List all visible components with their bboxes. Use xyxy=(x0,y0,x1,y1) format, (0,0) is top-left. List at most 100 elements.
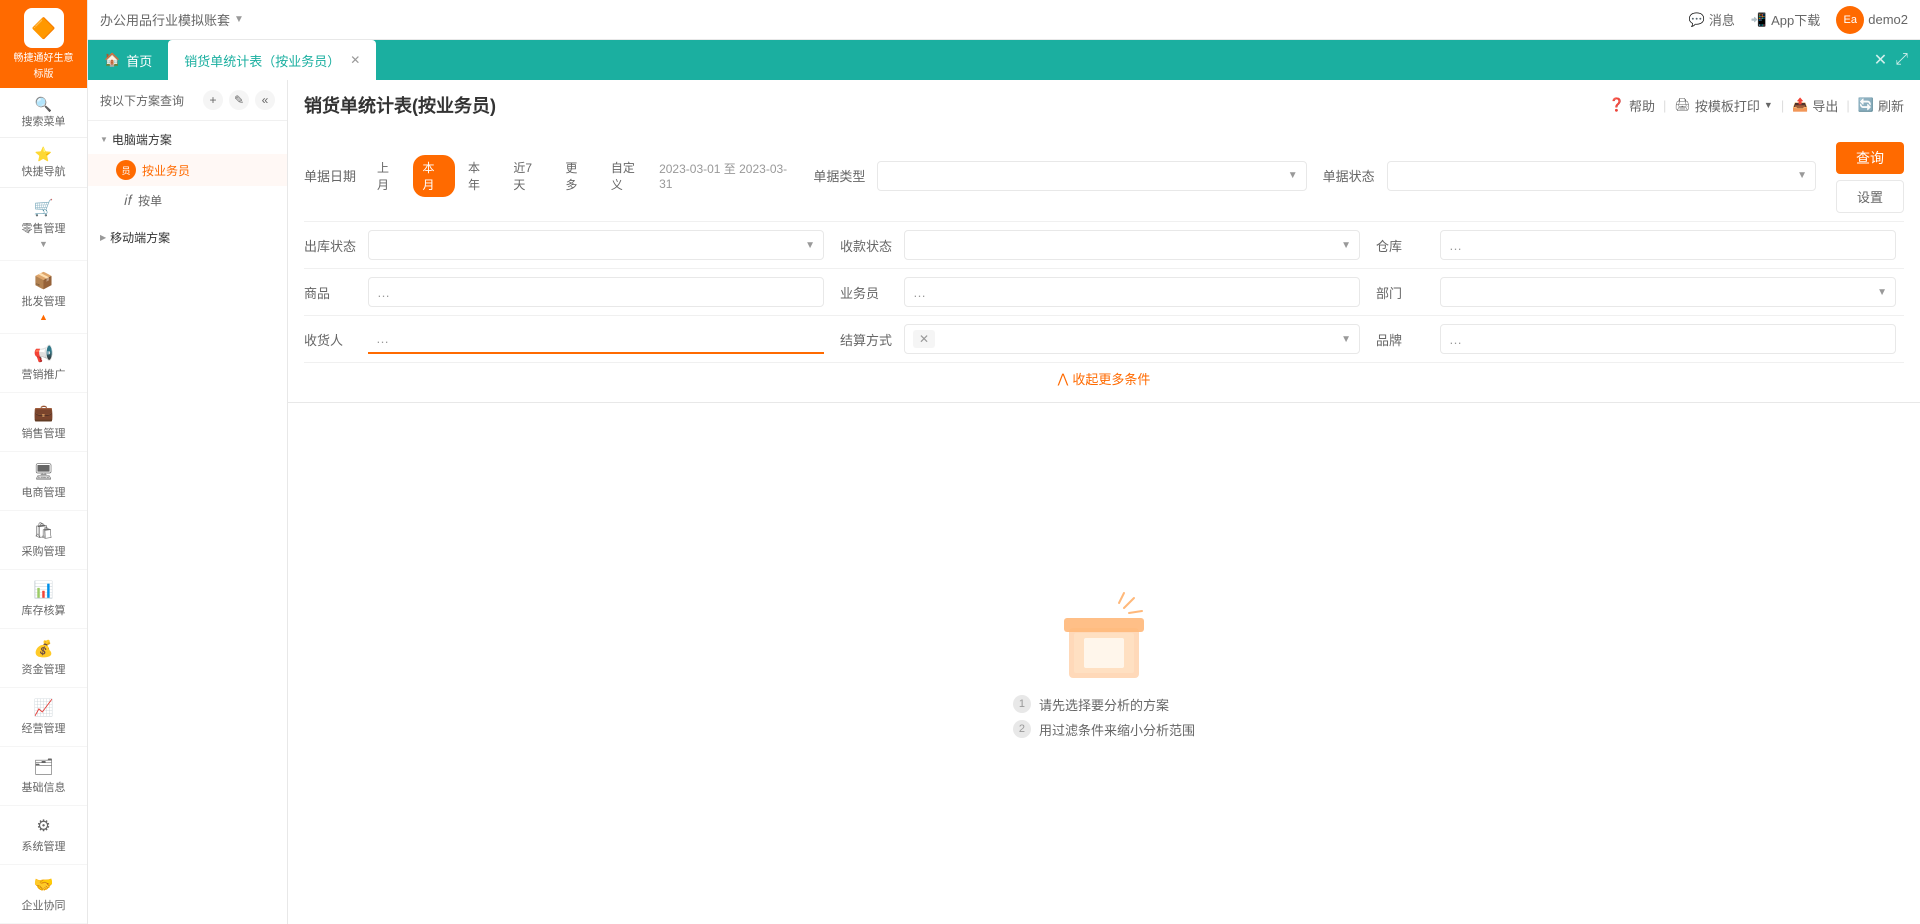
date-btn-last-month[interactable]: 上月 xyxy=(368,155,409,197)
refresh-btn[interactable]: 🔄 刷新 xyxy=(1858,96,1904,115)
filter-date-col: 单据日期 上月 本月 本年 近7天 更多 自定义 2023-03-01 至 20… xyxy=(304,155,805,197)
department-caret: ▼ xyxy=(1877,287,1887,298)
operations-icon: 📈 xyxy=(4,698,83,718)
topbar: 办公用品行业模拟账套 ▼ 💬 消息 📲 App下载 Ea demo2 xyxy=(88,0,1920,40)
filter-department-col: 部门 ▼ xyxy=(1368,277,1904,307)
docstatus-label: 单据状态 xyxy=(1323,166,1379,185)
payment-caret: ▼ xyxy=(1341,334,1351,345)
salesperson-control[interactable]: … xyxy=(904,277,1360,307)
date-btn-custom[interactable]: 自定义 xyxy=(602,155,655,197)
scheme-sub-item-order[interactable]: 𝑖𝑓 按单 xyxy=(88,186,287,215)
print-chevron: ▼ xyxy=(1764,100,1773,110)
ecommerce-icon: 🖥 xyxy=(4,462,83,482)
sidebar-item-system[interactable]: ⚙ 系统管理 xyxy=(0,806,87,865)
scheme-item-salesperson[interactable]: 员 按业务员 xyxy=(88,154,287,186)
app-download-btn[interactable]: 📲 App下载 xyxy=(1751,10,1820,29)
quick-nav-label: 快捷导航 xyxy=(6,163,81,179)
sidebar-item-inventory[interactable]: 📊 库存核算 xyxy=(0,570,87,629)
help-btn[interactable]: ❓ 帮助 xyxy=(1609,96,1655,115)
empty-step-1-label: 请先选择要分析的方案 xyxy=(1039,695,1169,714)
brand-control[interactable]: … xyxy=(1440,324,1896,354)
left-panel-title: 按以下方案查询 xyxy=(100,92,184,109)
right-panel: 销货单统计表(按业务员) ❓ 帮助 | 🖨 按模板打印 ▼ | xyxy=(288,80,1920,924)
scheme-sub-item-order-label: 按单 xyxy=(138,192,162,209)
add-scheme-btn[interactable]: + xyxy=(203,90,223,110)
sidebar: 🔶 畅捷通好生意 标版 🔍 搜索菜单 ⭐ 快捷导航 🛒 零售管理 ▼ 📦 批发管… xyxy=(0,0,88,924)
edit-icon: ✎ xyxy=(234,93,244,107)
sidebar-logo[interactable]: 🔶 畅捷通好生意 标版 xyxy=(0,0,87,88)
sidebar-item-wholesale[interactable]: 📦 批发管理 ▲ xyxy=(0,261,87,334)
sidebar-item-purchase[interactable]: 🛍 采购管理 xyxy=(0,511,87,570)
help-label: 帮助 xyxy=(1629,96,1655,115)
collapse-more-btn[interactable]: ⋀ 收起更多条件 xyxy=(304,362,1904,394)
print-btn[interactable]: 🖨 按模板打印 ▼ xyxy=(1674,96,1772,115)
export-icon: 📤 xyxy=(1792,97,1808,113)
receiptstatus-control[interactable]: ▼ xyxy=(904,230,1360,260)
topbar-right: 💬 消息 📲 App下载 Ea demo2 xyxy=(1689,6,1908,34)
payment-control[interactable]: ✕ ▼ xyxy=(904,324,1360,354)
filter-row-4: 收货人 … 结算方式 ✕ ▼ xyxy=(304,316,1904,362)
edit-scheme-btn[interactable]: ✎ xyxy=(229,90,249,110)
collapse-more-label: 收起更多条件 xyxy=(1072,369,1150,388)
breadcrumb-chevron: ▼ xyxy=(234,14,244,25)
filter-docstatus-col: 单据状态 ▼ xyxy=(1315,161,1824,191)
message-btn[interactable]: 💬 消息 xyxy=(1689,10,1735,29)
tab-sales-report[interactable]: 销货单统计表（按业务员） ✕ xyxy=(168,40,376,80)
payment-tag: ✕ xyxy=(913,330,935,348)
desktop-scheme-group: ▼ 电脑端方案 员 按业务员 𝑖𝑓 按单 xyxy=(88,121,287,219)
sidebar-item-marketing[interactable]: 📢 营销推广 xyxy=(0,334,87,393)
breadcrumb-dropdown[interactable]: 办公用品行业模拟账套 ▼ xyxy=(100,10,244,29)
empty-steps: 1 请先选择要分析的方案 2 用过滤条件来缩小分析范围 xyxy=(1013,695,1195,745)
goods-label: 商品 xyxy=(304,283,360,302)
sales-icon: 💼 xyxy=(4,403,83,423)
outstatus-control[interactable]: ▼ xyxy=(368,230,824,260)
sidebar-item-finance[interactable]: 💰 资金管理 xyxy=(0,629,87,688)
payment-tag-close[interactable]: ✕ xyxy=(919,332,929,346)
tab-home[interactable]: 🏠 首页 xyxy=(88,40,168,80)
mobile-group-header[interactable]: ▶ 移动端方案 xyxy=(88,223,287,252)
sidebar-item-enterprise[interactable]: 🤝 企业协同 xyxy=(0,865,87,924)
order-scheme-icon: 𝑖𝑓 xyxy=(124,192,132,209)
user-profile[interactable]: Ea demo2 xyxy=(1836,6,1908,34)
date-btn-more[interactable]: 更多 xyxy=(556,155,597,197)
docstatus-control[interactable]: ▼ xyxy=(1387,161,1816,191)
tab-expand-btn[interactable]: ⤢ xyxy=(1895,51,1908,69)
goods-control[interactable]: … xyxy=(368,277,824,307)
settings-btn[interactable]: 设置 xyxy=(1836,180,1904,213)
recipient-control[interactable]: … xyxy=(368,324,824,354)
date-btn-current-month[interactable]: 本月 xyxy=(413,155,454,197)
left-panel-actions: + ✎ « xyxy=(203,90,275,110)
export-btn[interactable]: 📤 导出 xyxy=(1792,96,1838,115)
chevron-down-icon: ▼ xyxy=(100,135,108,144)
date-btn-current-year[interactable]: 本年 xyxy=(459,155,500,197)
receiptstatus-label: 收款状态 xyxy=(840,236,896,255)
sidebar-search[interactable]: 🔍 搜索菜单 xyxy=(0,88,87,138)
sidebar-item-operations[interactable]: 📈 经营管理 xyxy=(0,688,87,747)
filter-outstatus-col: 出库状态 ▼ xyxy=(304,230,832,260)
purchase-icon: 🛍 xyxy=(4,521,83,541)
warehouse-control[interactable]: … xyxy=(1440,230,1896,260)
sidebar-item-basics[interactable]: 🗂 基础信息 xyxy=(0,747,87,806)
receiptstatus-caret: ▼ xyxy=(1341,240,1351,251)
app-name: 畅捷通好生意 xyxy=(14,52,74,65)
page-header-actions: ❓ 帮助 | 🖨 按模板打印 ▼ | 📤 导出 xyxy=(1609,96,1904,115)
filter-row-3: 商品 … 业务员 … 部门 xyxy=(304,269,1904,316)
sidebar-item-ecommerce[interactable]: 🖥 电商管理 xyxy=(0,452,87,511)
date-label: 单据日期 xyxy=(304,166,360,185)
department-control[interactable]: ▼ xyxy=(1440,277,1896,307)
sidebar-item-retail[interactable]: 🛒 零售管理 ▼ xyxy=(0,188,87,261)
sidebar-item-sales[interactable]: 💼 销售管理 xyxy=(0,393,87,452)
inventory-icon: 📊 xyxy=(4,580,83,600)
query-btn[interactable]: 查询 xyxy=(1836,142,1904,174)
empty-step-2: 2 用过滤条件来缩小分析范围 xyxy=(1013,720,1195,739)
desktop-group-header[interactable]: ▼ 电脑端方案 xyxy=(88,125,287,154)
doctype-label: 单据类型 xyxy=(813,166,869,185)
enterprise-icon: 🤝 xyxy=(4,875,83,895)
sidebar-quick-nav[interactable]: ⭐ 快捷导航 xyxy=(0,138,87,188)
tab-close-icon[interactable]: ✕ xyxy=(350,53,360,67)
collapse-panel-btn[interactable]: « xyxy=(255,90,275,110)
date-btn-7days[interactable]: 近7天 xyxy=(504,155,552,197)
doctype-control[interactable]: ▼ xyxy=(877,161,1306,191)
page-title: 销货单统计表(按业务员) xyxy=(304,92,496,118)
tab-close-btn[interactable]: ✕ xyxy=(1874,50,1887,70)
